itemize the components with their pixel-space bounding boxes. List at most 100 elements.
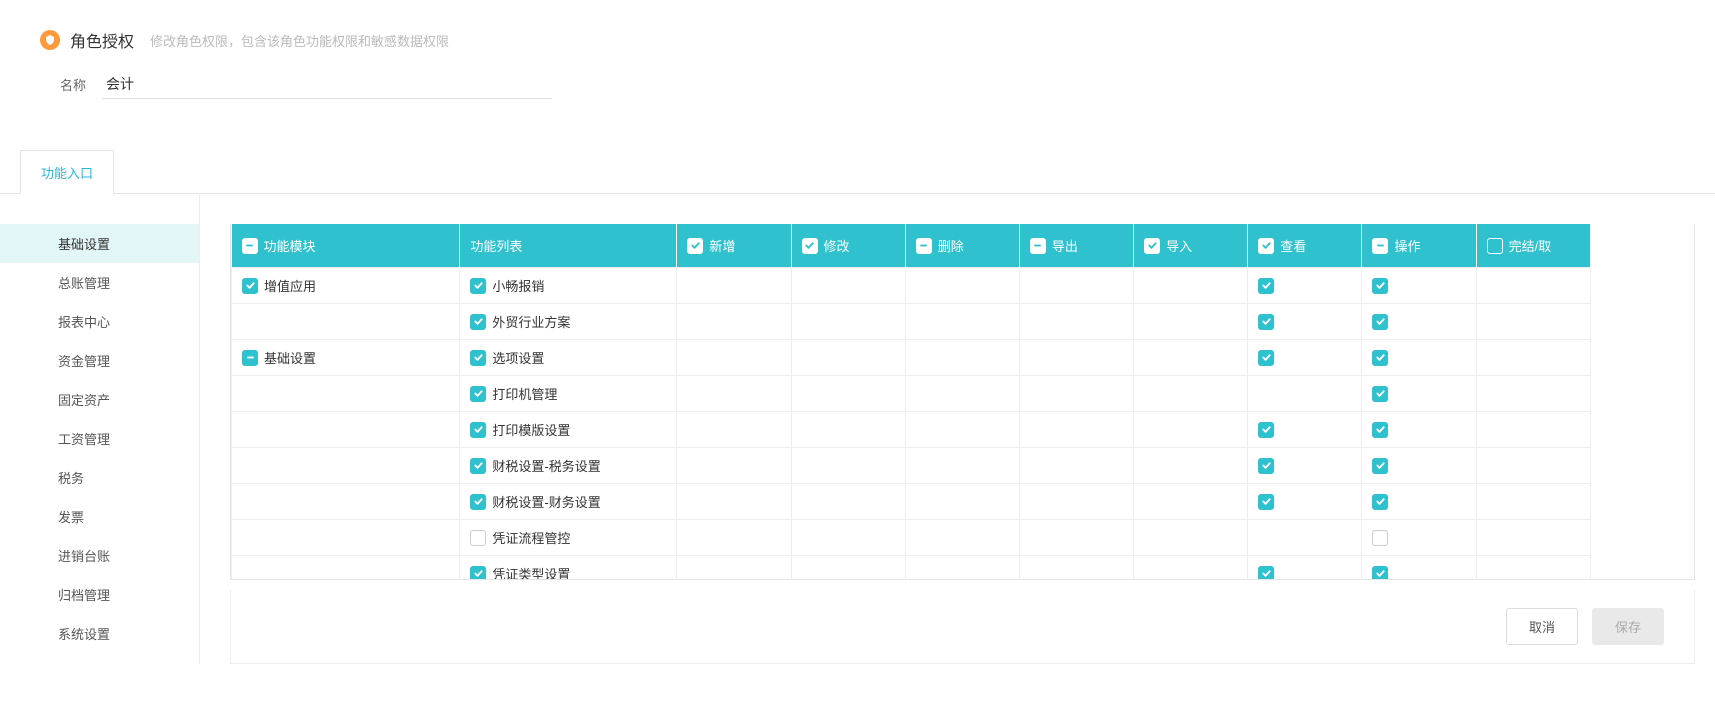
checkbox[interactable] [1372, 494, 1388, 510]
sidebar-item[interactable]: 总账管理 [0, 263, 199, 302]
checkbox[interactable] [470, 314, 486, 330]
sidebar-item[interactable]: 资金管理 [0, 341, 199, 380]
permission-cell [1248, 412, 1362, 448]
checkbox[interactable] [1372, 458, 1388, 474]
checkbox[interactable] [1372, 314, 1388, 330]
checkbox[interactable] [242, 238, 258, 254]
permission-cell [791, 340, 905, 376]
column-label: 导入 [1166, 236, 1192, 255]
permission-cell [677, 340, 791, 376]
module-cell: 基础设置 [232, 340, 460, 376]
checkbox[interactable] [242, 278, 258, 294]
checkbox[interactable] [470, 350, 486, 366]
permission-cell [1476, 268, 1590, 304]
feature-label: 凭证流程管控 [492, 528, 570, 547]
permission-cell [1248, 484, 1362, 520]
sidebar-item[interactable]: 税务 [0, 458, 199, 497]
column-header: 导出 [1019, 224, 1133, 268]
sidebar-item[interactable]: 报表中心 [0, 302, 199, 341]
checkbox[interactable] [470, 494, 486, 510]
checkbox[interactable] [1372, 566, 1388, 580]
checkbox[interactable] [1372, 238, 1388, 254]
tab-function-entry[interactable]: 功能入口 [20, 150, 114, 194]
permission-cell [1134, 268, 1248, 304]
feature-label: 财税设置-税务设置 [492, 456, 600, 475]
column-header: 删除 [905, 224, 1019, 268]
permission-cell [791, 412, 905, 448]
checkbox[interactable] [1487, 238, 1503, 254]
name-input[interactable] [102, 70, 552, 99]
checkbox[interactable] [1372, 350, 1388, 366]
permission-cell [1019, 304, 1133, 340]
column-header: 功能列表 [460, 224, 677, 268]
page-subtitle: 修改角色权限，包含该角色功能权限和敏感数据权限 [150, 31, 449, 50]
checkbox[interactable] [1258, 458, 1274, 474]
checkbox[interactable] [687, 238, 703, 254]
permission-cell [677, 376, 791, 412]
page-header: 角色授权 修改角色权限，包含该角色功能权限和敏感数据权限 [0, 0, 1715, 70]
permission-cell [905, 556, 1019, 581]
permission-cell [905, 484, 1019, 520]
permission-cell [1362, 268, 1476, 304]
permission-table-wrap[interactable]: 功能模块功能列表新增修改删除导出导入查看操作完结/取 增值应用小畅报销外贸行业方… [230, 224, 1695, 580]
feature-cell: 财税设置-税务设置 [460, 448, 677, 484]
checkbox[interactable] [916, 238, 932, 254]
sidebar-item[interactable]: 归档管理 [0, 575, 199, 614]
name-label: 名称 [60, 75, 86, 94]
checkbox[interactable] [470, 530, 486, 546]
checkbox[interactable] [1372, 386, 1388, 402]
permission-cell [1134, 448, 1248, 484]
permission-cell [1476, 340, 1590, 376]
tabs: 功能入口 [0, 149, 1715, 194]
sidebar-item[interactable]: 进销台账 [0, 536, 199, 575]
sidebar-item[interactable]: 系统设置 [0, 614, 199, 653]
checkbox[interactable] [470, 278, 486, 294]
sidebar-item[interactable]: 基础设置 [0, 224, 199, 263]
checkbox[interactable] [242, 350, 258, 366]
save-button[interactable]: 保存 [1592, 608, 1664, 645]
column-header: 查看 [1248, 224, 1362, 268]
name-field-row: 名称 [0, 70, 1715, 119]
column-header: 功能模块 [232, 224, 460, 268]
checkbox[interactable] [470, 422, 486, 438]
column-label: 删除 [938, 236, 964, 255]
permission-cell [1248, 556, 1362, 581]
checkbox[interactable] [1258, 314, 1274, 330]
checkbox[interactable] [470, 386, 486, 402]
feature-label: 选项设置 [492, 348, 544, 367]
permission-cell [1134, 304, 1248, 340]
page-title: 角色授权 [70, 28, 134, 52]
table-row: 凭证类型设置 [232, 556, 1591, 581]
feature-cell: 凭证类型设置 [460, 556, 677, 581]
permission-cell [791, 484, 905, 520]
column-header: 修改 [791, 224, 905, 268]
checkbox[interactable] [1258, 566, 1274, 580]
checkbox[interactable] [1258, 494, 1274, 510]
checkbox[interactable] [1372, 278, 1388, 294]
checkbox[interactable] [470, 458, 486, 474]
sidebar-item[interactable]: 工资管理 [0, 419, 199, 458]
module-cell [232, 556, 460, 581]
checkbox[interactable] [1030, 238, 1046, 254]
checkbox[interactable] [470, 566, 486, 581]
checkbox[interactable] [1372, 422, 1388, 438]
checkbox[interactable] [802, 238, 818, 254]
checkbox[interactable] [1258, 278, 1274, 294]
checkbox[interactable] [1372, 530, 1388, 546]
table-row: 打印模版设置 [232, 412, 1591, 448]
permission-cell [1134, 412, 1248, 448]
permission-cell [677, 556, 791, 581]
sidebar-item[interactable]: 发票 [0, 497, 199, 536]
permission-cell [1362, 304, 1476, 340]
permission-cell [905, 340, 1019, 376]
table-row: 凭证流程管控 [232, 520, 1591, 556]
checkbox[interactable] [1258, 350, 1274, 366]
permission-cell [1019, 556, 1133, 581]
checkbox[interactable] [1144, 238, 1160, 254]
permission-cell [1362, 520, 1476, 556]
sidebar-item[interactable]: 固定资产 [0, 380, 199, 419]
checkbox[interactable] [1258, 238, 1274, 254]
permission-cell [905, 304, 1019, 340]
cancel-button[interactable]: 取消 [1506, 608, 1578, 645]
checkbox[interactable] [1258, 422, 1274, 438]
